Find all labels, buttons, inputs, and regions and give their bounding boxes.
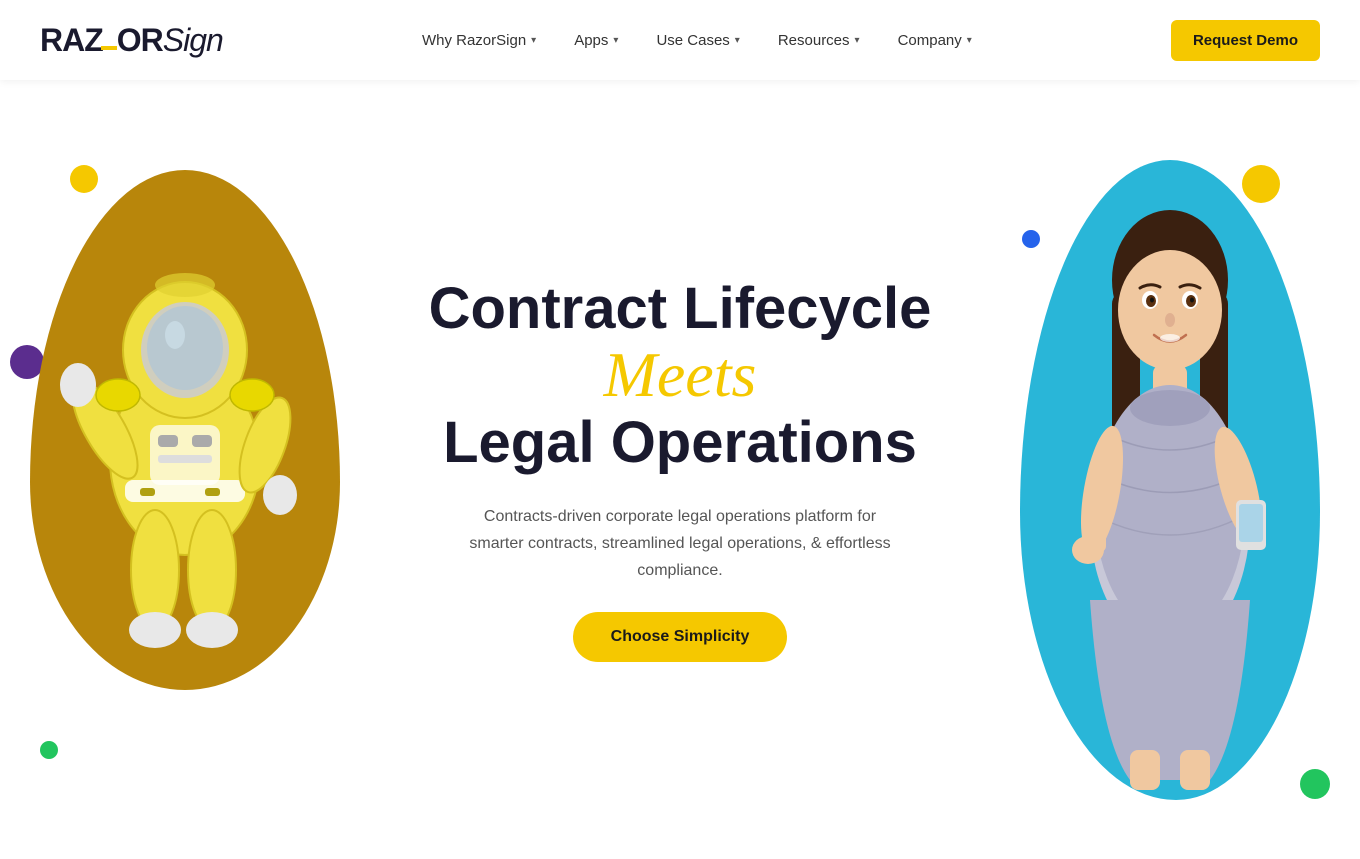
astronaut-illustration [50, 140, 320, 660]
nav-link-company[interactable]: Company ▾ [884, 24, 986, 57]
hero-right-image [1020, 130, 1330, 810]
woman-illustration [1020, 160, 1320, 800]
nav-item-apps[interactable]: Apps ▾ [560, 24, 632, 57]
hero-heading-line1: Contract Lifecycle [429, 277, 932, 341]
hero-section: Contract Lifecycle Meets Legal Operation… [0, 80, 1360, 859]
nav-item-resources[interactable]: Resources ▾ [764, 24, 874, 57]
nav-label-company: Company [898, 32, 962, 49]
nav-item-company[interactable]: Company ▾ [884, 24, 986, 57]
chevron-down-icon: ▾ [735, 35, 740, 46]
hero-content: Contract Lifecycle Meets Legal Operation… [429, 277, 932, 662]
nav-link-usecases[interactable]: Use Cases ▾ [642, 24, 753, 57]
logo-or: OR [117, 22, 163, 59]
nav-link-apps[interactable]: Apps ▾ [560, 24, 632, 57]
hero-heading-meets: Meets [429, 343, 932, 407]
nav-label-resources: Resources [778, 32, 850, 49]
chevron-down-icon: ▾ [967, 35, 972, 46]
nav-link-resources[interactable]: Resources ▾ [764, 24, 874, 57]
hero-left-image [0, 80, 400, 859]
chevron-down-icon: ▾ [531, 35, 536, 46]
navbar: RAZ OR Sign Why RazorSign ▾ Apps ▾ Use C… [0, 0, 1360, 80]
request-demo-button[interactable]: Request Demo [1171, 20, 1320, 61]
logo-bar [101, 46, 117, 50]
chevron-down-icon: ▾ [855, 35, 860, 46]
nav-link-why[interactable]: Why RazorSign ▾ [408, 24, 550, 57]
nav-item-usecases[interactable]: Use Cases ▾ [642, 24, 753, 57]
nav-label-why: Why RazorSign [422, 32, 526, 49]
logo-razor: RAZ [40, 22, 103, 59]
nav-label-apps: Apps [574, 32, 608, 49]
nav-item-why[interactable]: Why RazorSign ▾ [408, 24, 550, 57]
hero-tagline: Contracts-driven corporate legal operati… [460, 503, 900, 585]
chevron-down-icon: ▾ [613, 35, 618, 46]
choose-simplicity-button[interactable]: Choose Simplicity [573, 612, 788, 662]
hero-heading-line2: Legal Operations [429, 411, 932, 475]
logo[interactable]: RAZ OR Sign [40, 22, 223, 59]
nav-label-usecases: Use Cases [656, 32, 729, 49]
nav-links: Why RazorSign ▾ Apps ▾ Use Cases ▾ Resou… [408, 24, 986, 57]
logo-sign: Sign [163, 22, 223, 59]
